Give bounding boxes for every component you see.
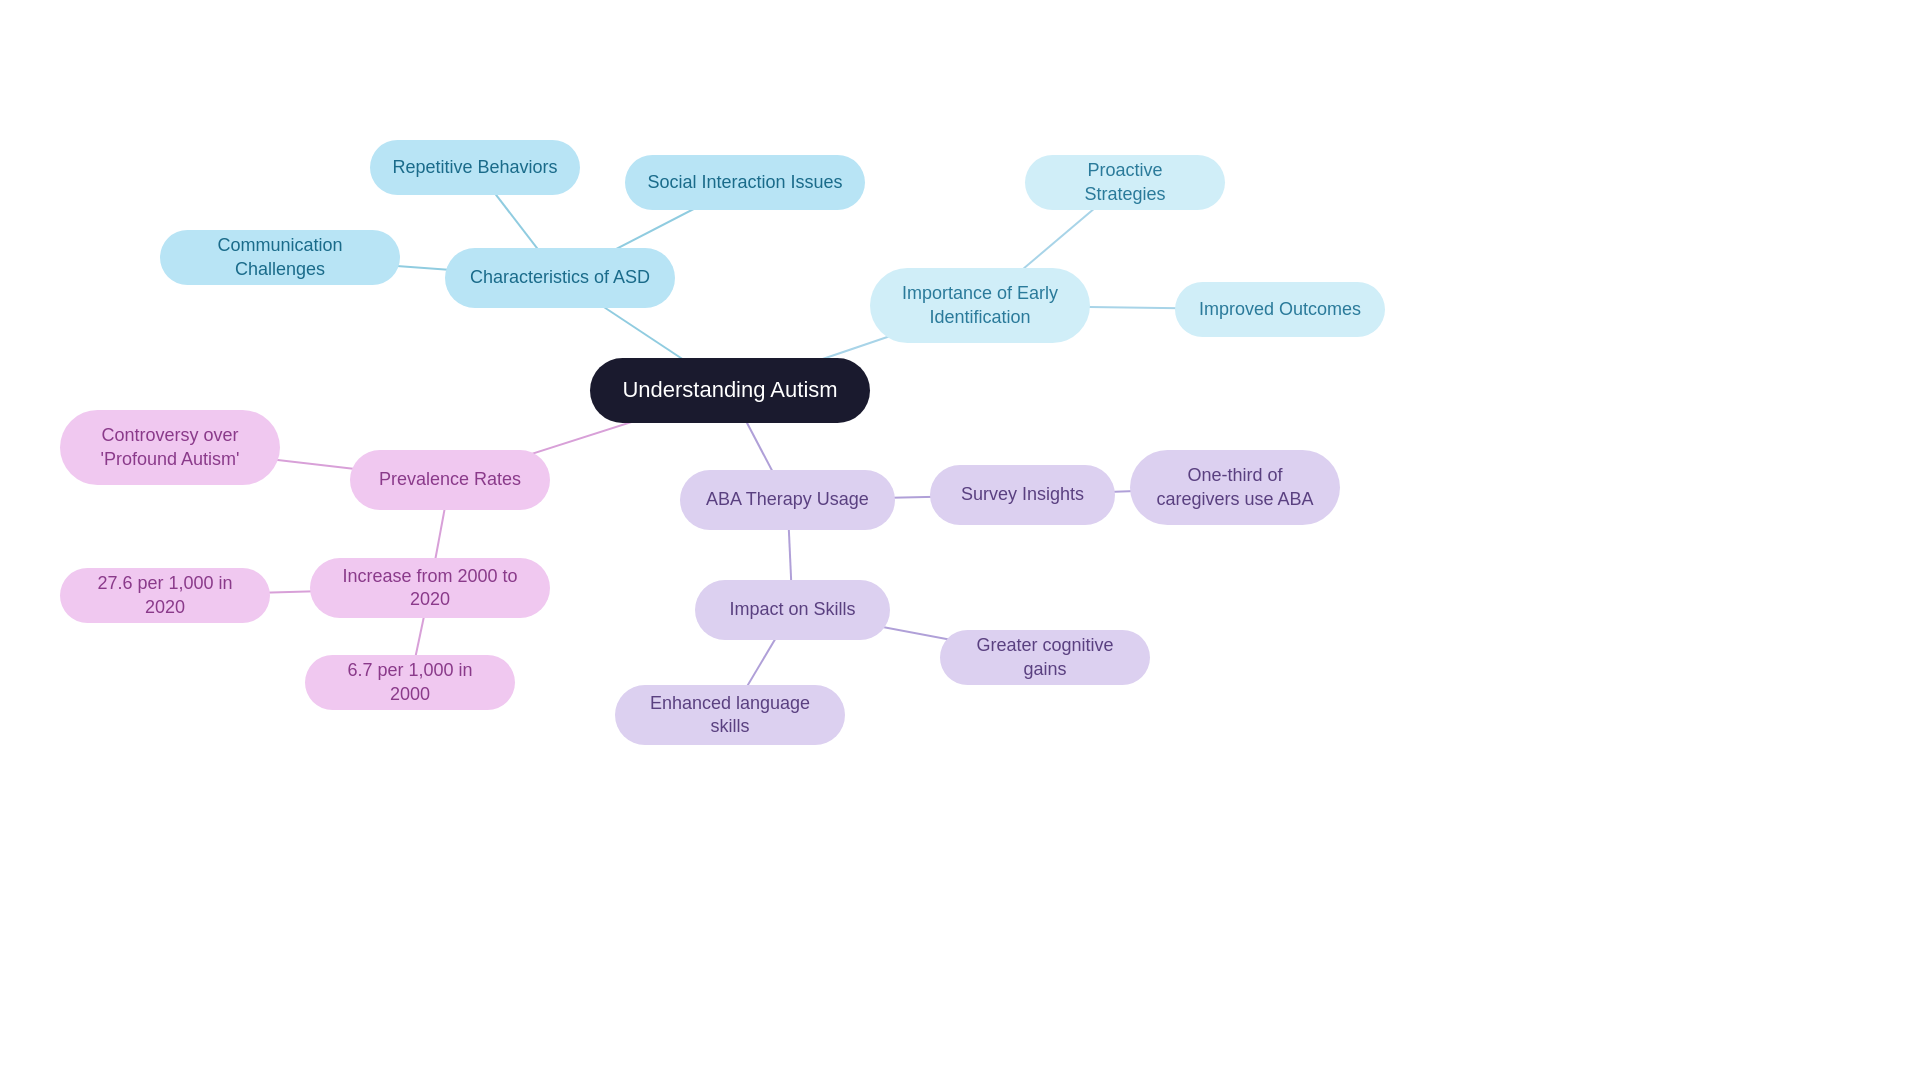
proactive-label: Proactive Strategies [1045, 159, 1205, 206]
cognitive-label: Greater cognitive gains [960, 634, 1130, 681]
node-importance-early: Importance of Early Identification [870, 268, 1090, 343]
node-characteristics-asd: Characteristics of ASD [445, 248, 675, 308]
node-per-1000-2020: 27.6 per 1,000 in 2020 [60, 568, 270, 623]
node-social-interaction: Social Interaction Issues [625, 155, 865, 210]
node-per-1000-2000: 6.7 per 1,000 in 2000 [305, 655, 515, 710]
onethird-label: One-third of caregivers use ABA [1150, 464, 1320, 511]
improved-label: Improved Outcomes [1199, 298, 1361, 321]
repetitive-label: Repetitive Behaviors [392, 156, 557, 179]
node-proactive-strategies: Proactive Strategies [1025, 155, 1225, 210]
node-aba-therapy: ABA Therapy Usage [680, 470, 895, 530]
center-node: Understanding Autism [590, 358, 870, 423]
impact-label: Impact on Skills [729, 598, 855, 621]
node-impact-skills: Impact on Skills [695, 580, 890, 640]
center-label: Understanding Autism [622, 376, 837, 405]
node-communication-challenges: Communication Challenges [160, 230, 400, 285]
importance-label: Importance of Early Identification [890, 282, 1070, 329]
node-repetitive-behaviors: Repetitive Behaviors [370, 140, 580, 195]
controversy-label: Controversy over 'Profound Autism' [80, 424, 260, 471]
aba-label: ABA Therapy Usage [706, 488, 869, 511]
enhanced-label: Enhanced language skills [635, 692, 825, 739]
prevalence-label: Prevalence Rates [379, 468, 521, 491]
node-increase-2000-2020: Increase from 2000 to 2020 [310, 558, 550, 618]
characteristics-label: Characteristics of ASD [470, 266, 650, 289]
node-improved-outcomes: Improved Outcomes [1175, 282, 1385, 337]
node-one-third: One-third of caregivers use ABA [1130, 450, 1340, 525]
increase-label: Increase from 2000 to 2020 [330, 565, 530, 612]
survey-label: Survey Insights [961, 483, 1084, 506]
node-greater-cognitive: Greater cognitive gains [940, 630, 1150, 685]
node-prevalence-rates: Prevalence Rates [350, 450, 550, 510]
node-controversy-profound: Controversy over 'Profound Autism' [60, 410, 280, 485]
per2000-label: 6.7 per 1,000 in 2000 [325, 659, 495, 706]
per2020-label: 27.6 per 1,000 in 2020 [80, 572, 250, 619]
node-survey-insights: Survey Insights [930, 465, 1115, 525]
communication-label: Communication Challenges [180, 234, 380, 281]
node-enhanced-language: Enhanced language skills [615, 685, 845, 745]
social-label: Social Interaction Issues [647, 171, 842, 194]
